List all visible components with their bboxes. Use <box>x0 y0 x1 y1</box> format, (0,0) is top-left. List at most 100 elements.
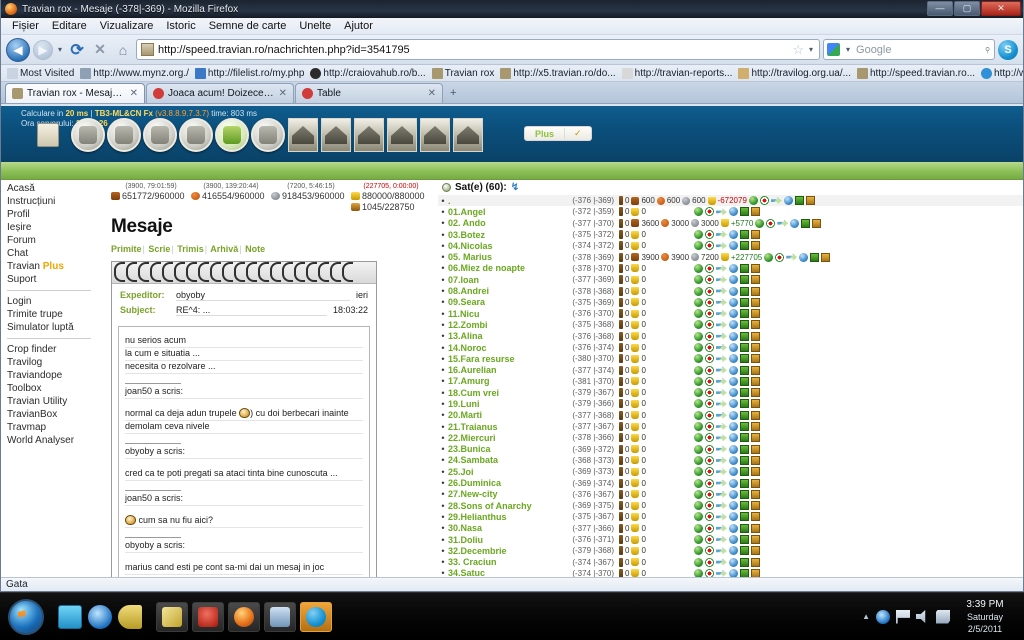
info-action-icon[interactable] <box>728 478 738 488</box>
village-row[interactable]: • 27.New-city (-376 |-367) 0 0 <box>438 489 1023 500</box>
troops-action-icon[interactable] <box>693 309 703 319</box>
info-action-icon[interactable] <box>728 230 738 240</box>
village-row[interactable]: • 21.Traianus (-377 |-367) 0 0 <box>438 421 1023 432</box>
marketplace-icon[interactable] <box>750 399 760 409</box>
forward-button[interactable]: ▶ <box>33 39 53 60</box>
barracks-icon[interactable] <box>739 388 749 398</box>
history-dropdown-icon[interactable]: ▾ <box>58 45 62 54</box>
stop-icon[interactable]: ✕ <box>90 40 110 60</box>
marketplace-icon[interactable] <box>750 467 760 477</box>
village-name-link[interactable]: 03.Botez <box>448 230 552 240</box>
barracks-icon[interactable] <box>739 331 749 341</box>
village-name-link[interactable]: 31.Doliu <box>448 535 552 545</box>
send-troops-icon[interactable] <box>716 366 727 375</box>
troops-action-icon[interactable] <box>693 568 703 577</box>
village-row[interactable]: • 25.Joi (-369 |-373) 0 0 <box>438 466 1023 477</box>
info-action-icon[interactable] <box>728 444 738 454</box>
send-troops-icon[interactable] <box>716 320 727 329</box>
barracks-icon[interactable] <box>739 410 749 420</box>
attack-action-icon[interactable] <box>775 252 785 262</box>
attack-action-icon[interactable] <box>704 343 714 352</box>
send-troops-icon[interactable] <box>716 501 727 510</box>
bookmark-star-icon[interactable]: ☆ <box>792 42 804 58</box>
barracks-icon[interactable] <box>739 320 749 330</box>
attack-action-icon[interactable] <box>704 501 714 511</box>
village-name-link[interactable]: 18.Cum vrei <box>448 388 552 398</box>
sidebar-item-chat[interactable]: Chat <box>7 247 97 260</box>
chevron-down-icon[interactable]: ▾ <box>809 45 813 54</box>
troops-action-icon[interactable] <box>693 410 703 420</box>
marketplace-icon[interactable] <box>750 388 760 398</box>
marketplace-icon[interactable] <box>750 230 760 240</box>
troops-action-icon[interactable] <box>693 320 703 330</box>
barracks-icon[interactable] <box>739 512 749 522</box>
barracks-icon[interactable] <box>739 354 749 364</box>
troops-action-icon[interactable] <box>693 286 703 296</box>
bookmark-item[interactable]: http://www.javaschub... <box>979 67 1023 79</box>
firefox-window-button[interactable] <box>228 601 260 632</box>
village-thumb-icon[interactable] <box>354 118 384 152</box>
barracks-icon[interactable] <box>739 546 749 556</box>
attack-action-icon[interactable] <box>704 388 714 398</box>
search-bar[interactable]: ▾ Google ⌕ <box>823 39 995 60</box>
barracks-icon[interactable] <box>739 444 749 454</box>
troops-action-icon[interactable] <box>748 196 758 206</box>
marketplace-icon[interactable] <box>750 512 760 522</box>
sidebar-item-travmap[interactable]: Travmap <box>7 421 97 434</box>
network-icon[interactable] <box>876 609 890 624</box>
barracks-icon[interactable] <box>739 568 749 577</box>
tab-travian-mesaje[interactable]: Travian rox - Mesaje (-378|-369) ✕ <box>5 83 145 103</box>
marketplace-icon[interactable] <box>750 478 760 488</box>
village-name-link[interactable]: 13.Alina <box>448 331 552 341</box>
info-action-icon[interactable] <box>728 467 738 477</box>
send-troops-icon[interactable] <box>716 524 727 533</box>
info-action-icon[interactable] <box>728 410 738 420</box>
flag-icon[interactable] <box>896 609 910 624</box>
troop-movements-icon[interactable] <box>251 118 285 152</box>
attack-action-icon[interactable] <box>704 523 714 533</box>
attack-action-icon[interactable] <box>759 196 769 206</box>
send-troops-icon[interactable] <box>786 253 797 262</box>
sidebar-item-acasa[interactable]: Acasă <box>7 182 97 195</box>
taskbar-clock[interactable]: 3:39 PM Saturday 2/5/2011 <box>956 599 1014 635</box>
sidebar-item-crop-finder[interactable]: Crop finder <box>7 343 97 356</box>
village-row[interactable]: •. (-376 |-369) 0 600 600 600 -672079 <box>438 195 1023 207</box>
bookmark-item[interactable]: http://filelist.ro/my.php <box>193 67 307 79</box>
info-action-icon[interactable] <box>728 523 738 533</box>
send-troops-icon[interactable] <box>716 309 727 318</box>
village-row[interactable]: • 07.Ioan (-377 |-369) 0 0 <box>438 274 1023 285</box>
village-row[interactable]: • 01.Angel (-372 |-359) 0 0 <box>438 206 1023 217</box>
reload-icon[interactable]: ⟳ <box>67 40 87 60</box>
tab-close-icon[interactable]: ✕ <box>279 88 287 99</box>
marketplace-icon[interactable] <box>750 365 760 375</box>
send-troops-icon[interactable] <box>716 411 727 420</box>
sidebar-item-toolbox[interactable]: Toolbox <box>7 382 97 395</box>
volume-icon[interactable] <box>916 610 926 623</box>
minimize-button[interactable]: — <box>927 1 953 16</box>
info-action-icon[interactable] <box>790 218 800 228</box>
troops-action-icon[interactable] <box>693 399 703 409</box>
info-action-icon[interactable] <box>728 557 738 567</box>
info-action-icon[interactable] <box>728 422 738 432</box>
sidebar-item-simulator-lupta[interactable]: Simulator luptă <box>7 321 97 334</box>
send-troops-icon[interactable] <box>716 343 727 352</box>
troops-action-icon[interactable] <box>693 388 703 398</box>
village-thumb-icon[interactable] <box>387 118 417 152</box>
village-row[interactable]: • 34.Satuc (-374 |-370) 0 0 <box>438 568 1023 577</box>
send-troops-icon[interactable] <box>777 219 788 228</box>
village-row[interactable]: • 26.Duminica (-369 |-374) 0 0 <box>438 477 1023 488</box>
attack-action-icon[interactable] <box>704 230 714 240</box>
village-view-icon[interactable] <box>107 118 141 152</box>
info-action-icon[interactable] <box>728 546 738 556</box>
refresh-icon[interactable]: ↯ <box>511 182 519 193</box>
info-action-icon[interactable] <box>728 275 738 285</box>
barracks-icon[interactable] <box>810 252 820 262</box>
bookmark-item[interactable]: http://x5.travian.ro/do... <box>498 67 617 79</box>
notepad-window-button[interactable] <box>156 601 188 632</box>
village-row[interactable]: • 14.Noroc (-376 |-374) 0 0 <box>438 342 1023 353</box>
close-button[interactable]: ✕ <box>981 1 1021 16</box>
troops-action-icon[interactable] <box>693 275 703 285</box>
village-name-link[interactable]: 17.Amurg <box>448 376 552 386</box>
tab-close-icon[interactable]: ✕ <box>130 88 138 99</box>
info-action-icon[interactable] <box>728 455 738 465</box>
